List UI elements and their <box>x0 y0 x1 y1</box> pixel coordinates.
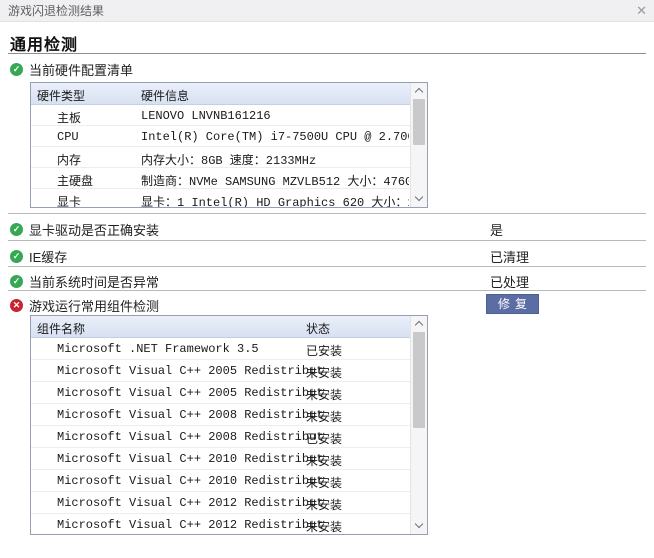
check-value: 已处理 <box>490 275 530 290</box>
close-icon[interactable]: ✕ <box>636 0 647 22</box>
component-name: Microsoft Visual C++ 2005 Redistribut <box>57 386 324 400</box>
check-label: 当前系统时间是否异常 <box>29 275 160 290</box>
error-icon: ✕ <box>10 299 23 312</box>
col-header-info: 硬件信息 <box>141 89 190 103</box>
check-row-gpu-driver: ✓ 显卡驱动是否正确安装 <box>10 220 160 238</box>
check-row-system-time: ✓ 当前系统时间是否异常 <box>10 272 160 290</box>
title-bar: 游戏闪退检测结果 ✕ <box>0 0 654 22</box>
scroll-down-icon[interactable] <box>411 192 427 206</box>
repair-button[interactable]: 修复 <box>486 294 539 314</box>
hw-info: LENOVO LNVNB161216 <box>141 109 271 123</box>
hw-type: 内存 <box>57 154 82 168</box>
check-label: IE缓存 <box>29 250 68 265</box>
check-value: 已清理 <box>490 250 530 265</box>
check-row-hardware: ✓ 当前硬件配置清单 <box>10 60 134 78</box>
check-row-ie-cache: ✓ IE缓存 <box>10 247 68 265</box>
component-table-scrollbar[interactable] <box>410 316 427 534</box>
scrollbar-thumb[interactable] <box>413 99 425 145</box>
hw-type: 主硬盘 <box>57 175 94 189</box>
window-title: 游戏闪退检测结果 <box>8 4 105 18</box>
crash-detect-dialog: 游戏闪退检测结果 ✕ 通用检测 ✓ 当前硬件配置清单 硬件类型 硬件信息 主板 L… <box>0 0 654 558</box>
scroll-up-icon[interactable] <box>411 84 427 98</box>
hw-info: Intel(R) Core(TM) i7-7500U CPU @ 2.70GHz <box>141 130 409 144</box>
hardware-table: 硬件类型 硬件信息 主板 LENOVO LNVNB161216 CPU Inte… <box>30 82 428 208</box>
section-title: 通用检测 <box>10 37 79 54</box>
table-row: Microsoft Visual C++ 2012 Redistribut 未安… <box>31 514 427 535</box>
component-name: Microsoft Visual C++ 2010 Redistribut <box>57 474 324 488</box>
table-row: Microsoft .NET Framework 3.5 已安装 <box>31 338 427 360</box>
table-row: Microsoft Visual C++ 2005 Redistribut 未安… <box>31 360 427 382</box>
component-status: 未安装 <box>306 521 343 535</box>
table-row: 主板 LENOVO LNVNB161216 <box>31 105 427 126</box>
hw-type: 主板 <box>57 112 82 126</box>
component-status: 未安装 <box>306 477 343 491</box>
component-name: Microsoft Visual C++ 2012 Redistribut <box>57 496 324 510</box>
check-value: 是 <box>490 223 504 238</box>
hw-type: 显卡 <box>57 196 82 208</box>
component-status: 未安装 <box>306 411 343 425</box>
col-header-type: 硬件类型 <box>37 89 86 103</box>
scrollbar-thumb[interactable] <box>413 332 425 428</box>
col-header-name: 组件名称 <box>37 322 86 336</box>
component-name: Microsoft Visual C++ 2008 Redistribut <box>57 408 324 422</box>
component-status: 未安装 <box>306 389 343 403</box>
component-name: Microsoft Visual C++ 2008 Redistribut <box>57 430 324 444</box>
table-row: Microsoft Visual C++ 2008 Redistribut 已安… <box>31 426 427 448</box>
check-icon: ✓ <box>10 63 23 76</box>
component-name: Microsoft Visual C++ 2005 Redistribut <box>57 364 324 378</box>
check-icon: ✓ <box>10 250 23 263</box>
hw-type: CPU <box>57 130 79 144</box>
component-status: 未安装 <box>306 499 343 513</box>
table-row: 内存 内存大小：8GB 速度：2133MHz <box>31 147 427 168</box>
component-status: 未安装 <box>306 367 343 381</box>
hw-info: 制造商：NVMe SAMSUNG MZVLB512 大小：476GB <box>141 175 409 189</box>
component-table: 组件名称 状态 Microsoft .NET Framework 3.5 已安装… <box>30 315 428 535</box>
component-table-header: 组件名称 状态 <box>31 316 427 338</box>
component-status: 已安装 <box>306 345 343 359</box>
section-divider <box>8 53 646 54</box>
hardware-table-scrollbar[interactable] <box>410 83 427 207</box>
hardware-table-header: 硬件类型 硬件信息 <box>31 83 427 105</box>
table-row: 主硬盘 制造商：NVMe SAMSUNG MZVLB512 大小：476GB <box>31 168 427 189</box>
table-row: Microsoft Visual C++ 2012 Redistribut 未安… <box>31 492 427 514</box>
table-row: CPU Intel(R) Core(TM) i7-7500U CPU @ 2.7… <box>31 126 427 147</box>
divider <box>8 290 646 291</box>
table-row: Microsoft Visual C++ 2010 Redistribut 未安… <box>31 470 427 492</box>
component-status: 未安装 <box>306 455 343 469</box>
hw-info: 内存大小：8GB 速度：2133MHz <box>141 154 317 168</box>
component-name: Microsoft Visual C++ 2012 Redistribut <box>57 518 324 532</box>
component-name: Microsoft .NET Framework 3.5 <box>57 342 259 356</box>
table-row: 显卡 显卡：1 Intel(R) HD Graphics 620 大小：10 <box>31 189 427 208</box>
table-row: Microsoft Visual C++ 2005 Redistribut 未安… <box>31 382 427 404</box>
divider <box>8 213 646 214</box>
table-row: Microsoft Visual C++ 2008 Redistribut 未安… <box>31 404 427 426</box>
check-row-components: ✕ 游戏运行常用组件检测 <box>10 296 160 314</box>
component-name: Microsoft Visual C++ 2010 Redistribut <box>57 452 324 466</box>
table-row: Microsoft Visual C++ 2010 Redistribut 未安… <box>31 448 427 470</box>
check-label: 当前硬件配置清单 <box>29 63 134 78</box>
divider <box>8 266 646 267</box>
col-header-status: 状态 <box>306 322 331 336</box>
check-label: 显卡驱动是否正确安装 <box>29 223 160 238</box>
component-status: 已安装 <box>306 433 343 447</box>
scroll-down-icon[interactable] <box>411 519 427 533</box>
check-label: 游戏运行常用组件检测 <box>29 299 160 314</box>
scroll-up-icon[interactable] <box>411 317 427 331</box>
hw-info: 显卡：1 Intel(R) HD Graphics 620 大小：10 <box>141 196 409 208</box>
check-icon: ✓ <box>10 275 23 288</box>
divider <box>8 240 646 241</box>
check-icon: ✓ <box>10 223 23 236</box>
